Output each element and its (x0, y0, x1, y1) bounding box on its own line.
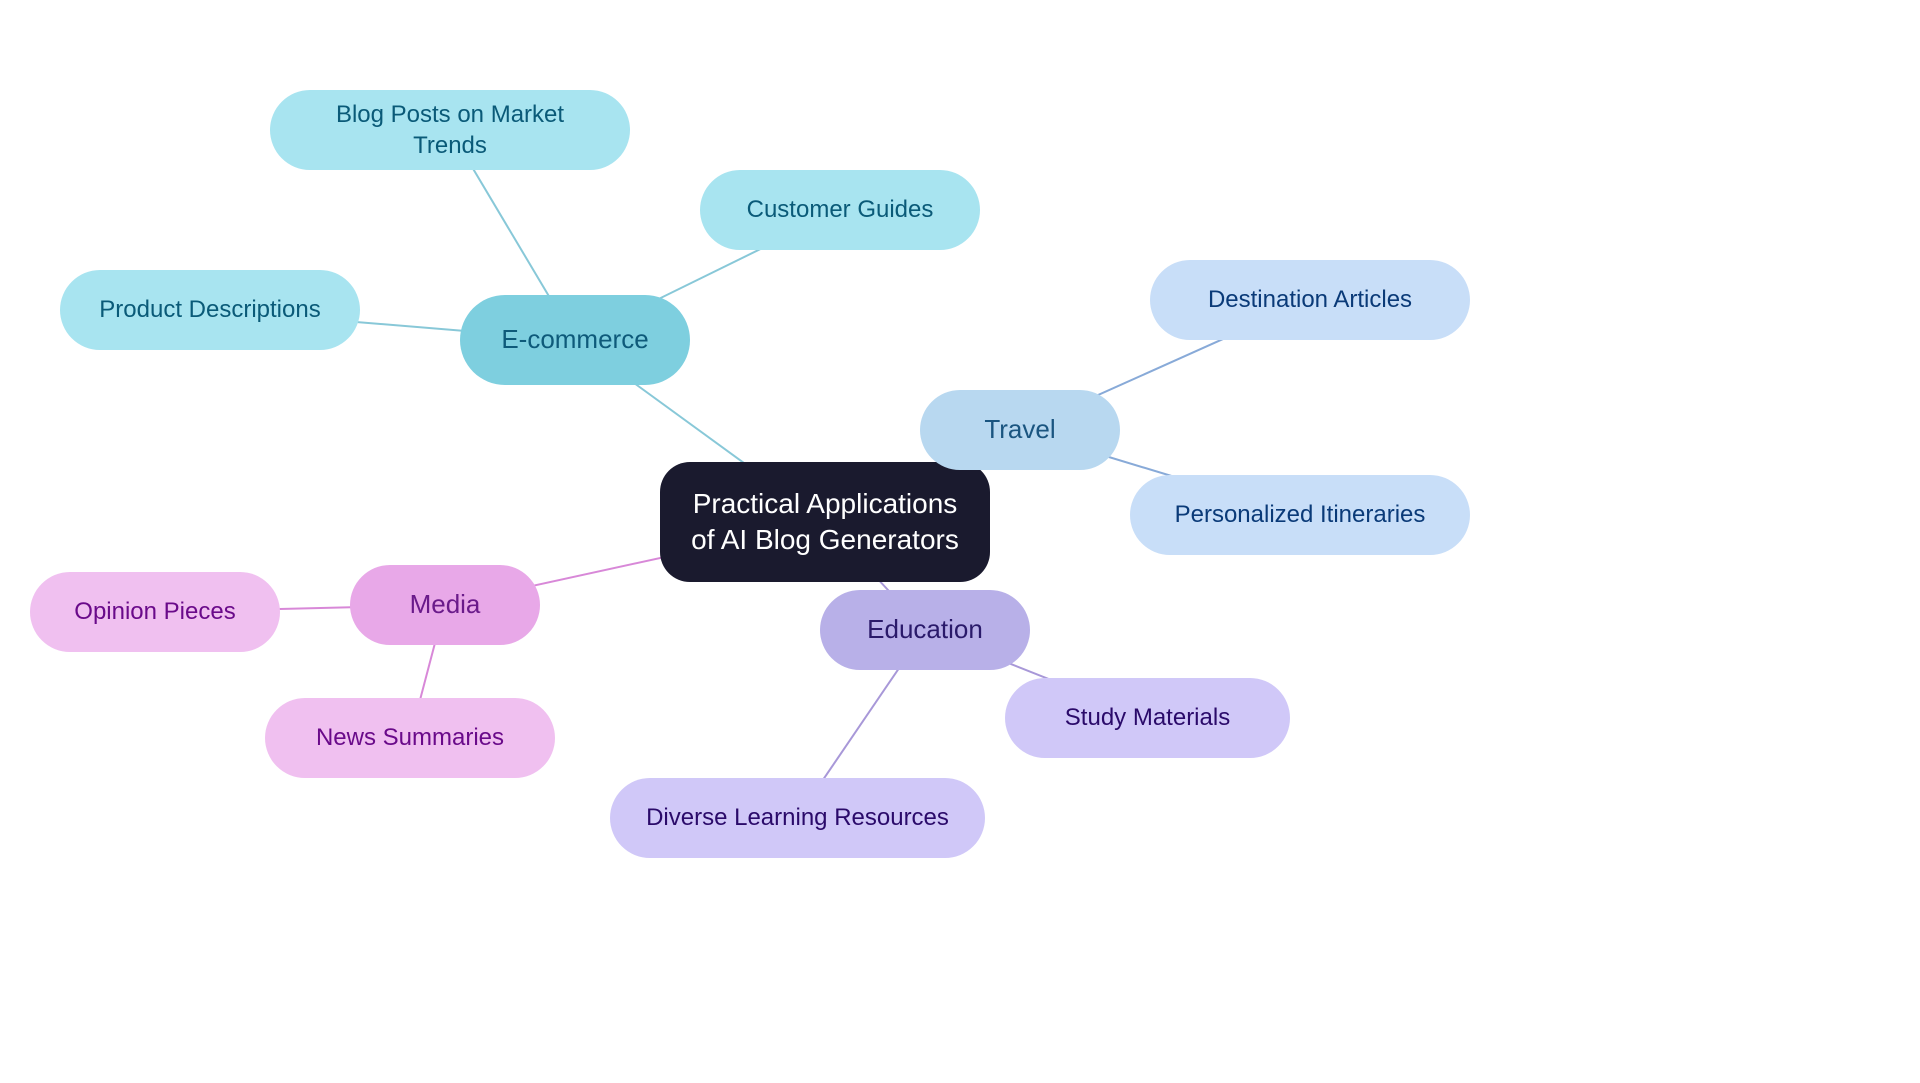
travel-label: Travel (984, 413, 1055, 447)
media-node: Media (350, 565, 540, 645)
center-node: Practical Applications of AI Blog Genera… (660, 462, 990, 582)
personalized-itin-label: Personalized Itineraries (1175, 499, 1426, 530)
opinion-pieces-node: Opinion Pieces (30, 572, 280, 652)
personalized-itin-node: Personalized Itineraries (1130, 475, 1470, 555)
customer-guides-node: Customer Guides (700, 170, 980, 250)
blog-posts-label: Blog Posts on Market Trends (300, 99, 600, 161)
ecommerce-node: E-commerce (460, 295, 690, 385)
study-materials-label: Study Materials (1065, 702, 1230, 733)
diverse-learning-node: Diverse Learning Resources (610, 778, 985, 858)
center-label: Practical Applications of AI Blog Genera… (690, 486, 960, 559)
news-summaries-label: News Summaries (316, 722, 504, 753)
news-summaries-node: News Summaries (265, 698, 555, 778)
travel-node: Travel (920, 390, 1120, 470)
destination-articles-label: Destination Articles (1208, 284, 1412, 315)
destination-articles-node: Destination Articles (1150, 260, 1470, 340)
product-desc-label: Product Descriptions (99, 294, 320, 325)
media-label: Media (410, 588, 481, 622)
education-label: Education (867, 613, 983, 647)
opinion-pieces-label: Opinion Pieces (74, 596, 235, 627)
diverse-learning-label: Diverse Learning Resources (646, 802, 949, 833)
product-desc-node: Product Descriptions (60, 270, 360, 350)
education-node: Education (820, 590, 1030, 670)
ecommerce-label: E-commerce (501, 323, 648, 357)
customer-guides-label: Customer Guides (747, 194, 934, 225)
study-materials-node: Study Materials (1005, 678, 1290, 758)
blog-posts-node: Blog Posts on Market Trends (270, 90, 630, 170)
